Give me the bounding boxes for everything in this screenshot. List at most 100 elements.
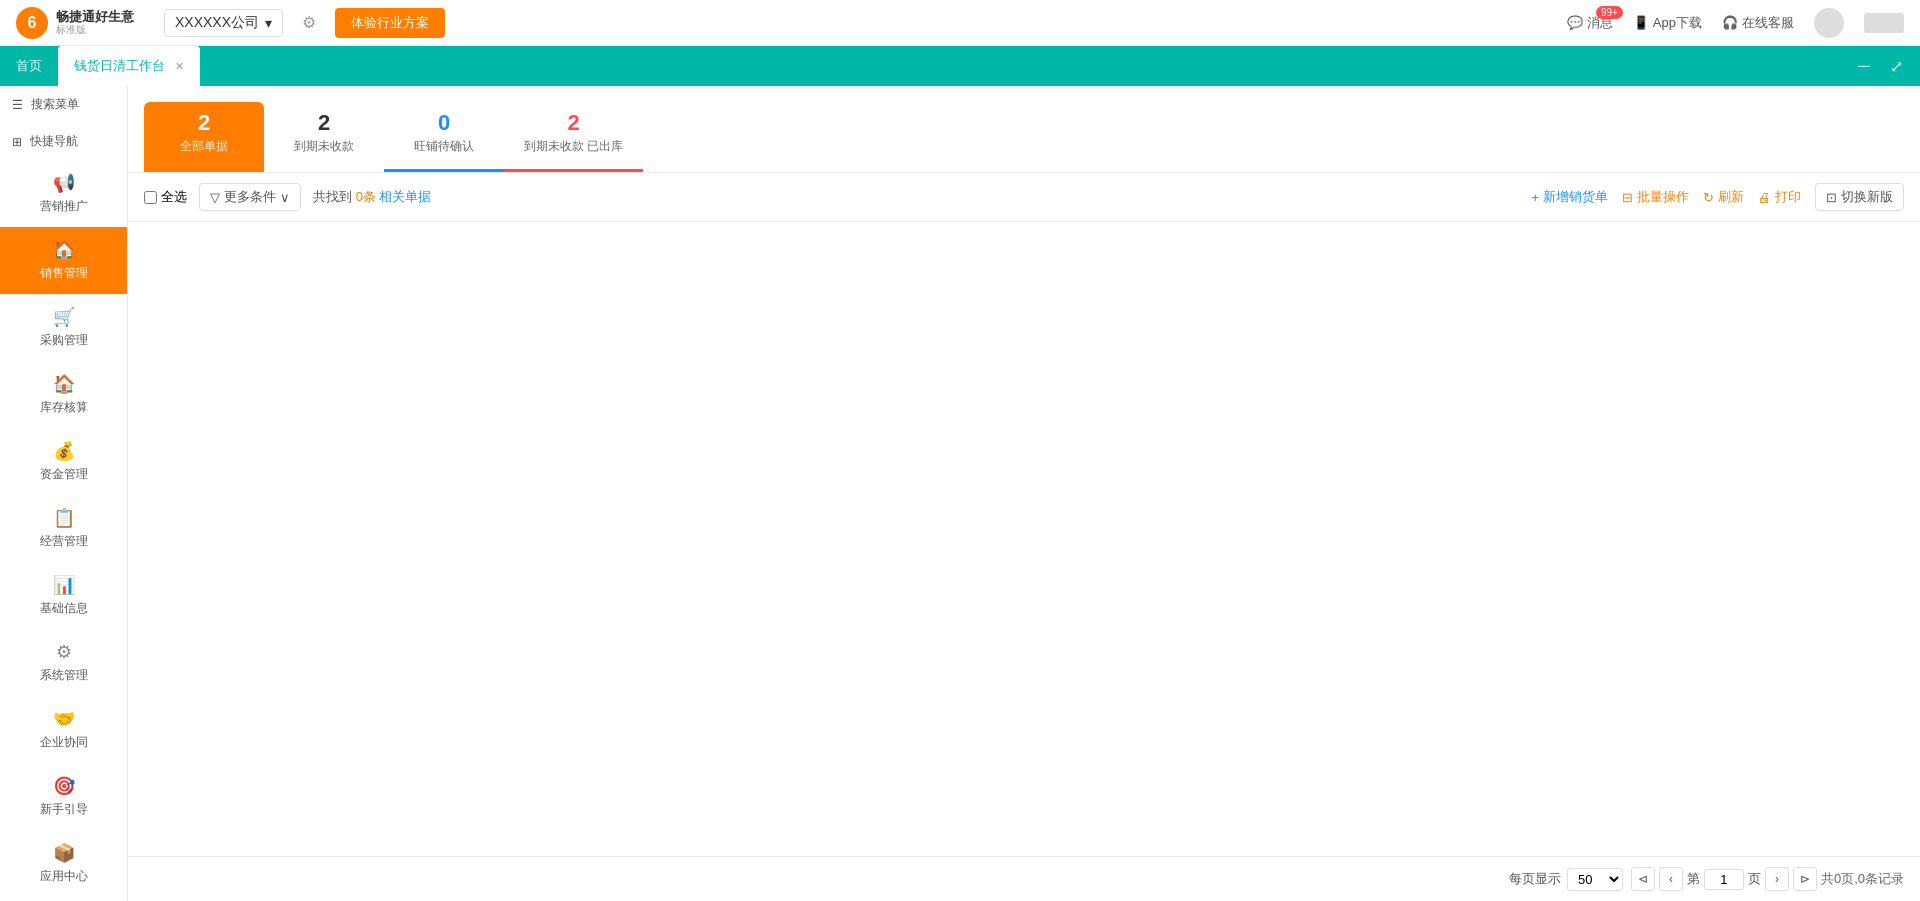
print-button[interactable]: 🖨 打印 xyxy=(1758,188,1801,206)
logo-area: 6 畅捷通好生意 标准版 xyxy=(16,7,144,39)
switch-icon: ⊡ xyxy=(1826,190,1837,205)
found-link[interactable]: 相关单据 xyxy=(379,189,431,204)
online-service-label: 在线客服 xyxy=(1742,14,1794,32)
last-page-button[interactable]: ⊳ xyxy=(1793,867,1817,891)
page-size-dropdown[interactable]: 50 100 200 xyxy=(1567,868,1623,891)
header-right: 💬 消息 99+ 📱 App下载 🎧 在线客服 xyxy=(1567,8,1904,38)
sidebar-item-app[interactable]: 📦 应用中心 xyxy=(0,830,127,897)
select-all-checkbox[interactable]: 全选 xyxy=(144,188,187,206)
batch-icon: ⊟ xyxy=(1622,190,1633,205)
sidebar-label-sales: 销售管理 xyxy=(40,265,88,282)
filter-label: 更多条件 xyxy=(224,188,276,206)
page-number-input[interactable] xyxy=(1704,869,1744,890)
trial-button[interactable]: 体验行业方案 xyxy=(335,8,445,38)
print-icon: 🖨 xyxy=(1758,190,1771,205)
toolbar-right: + 新增销货单 ⊟ 批量操作 ↻ 刷新 🖨 打印 ⊡ 切换新版 xyxy=(1531,183,1904,211)
sidebar-item-wechat[interactable]: 💬 企业微信 xyxy=(0,897,127,901)
sidebar-item-guide[interactable]: 🎯 新手引导 xyxy=(0,763,127,830)
stats-label-all: 全部单据 xyxy=(164,138,244,155)
search-icon: ☰ xyxy=(12,98,23,112)
switch-label: 切换新版 xyxy=(1841,188,1893,206)
sidebar-item-purchase[interactable]: 🛒 采购管理 xyxy=(0,294,127,361)
stats-tab-all[interactable]: 2 全部单据 xyxy=(144,102,264,172)
tab-home[interactable]: 首页 xyxy=(0,46,58,86)
page-suffix: 页 xyxy=(1748,870,1761,888)
refresh-button[interactable]: ↻ 刷新 xyxy=(1703,188,1744,206)
app-download-item[interactable]: 📱 App下载 xyxy=(1633,14,1702,32)
company-name: XXXXXX公司 xyxy=(175,14,259,32)
filter-icon: ▽ xyxy=(210,190,220,205)
app-icon: 📦 xyxy=(53,842,75,864)
sidebar-label-app: 应用中心 xyxy=(40,868,88,885)
user-extra xyxy=(1864,13,1904,33)
select-all-input[interactable] xyxy=(144,191,157,204)
tab-home-label: 首页 xyxy=(16,57,42,75)
found-count: 0条 xyxy=(356,189,376,204)
tab-maximize-button[interactable]: ⤢ xyxy=(1884,54,1908,78)
sidebar-label-purchase: 采购管理 xyxy=(40,332,88,349)
add-sales-order-button[interactable]: + 新增销货单 xyxy=(1531,188,1608,206)
stats-number-wangpu: 0 xyxy=(404,110,484,136)
basic-icon: 📊 xyxy=(53,574,75,596)
page-nav: ⊲ ‹ 第 页 › ⊳ 共0页,0条记录 xyxy=(1631,867,1904,891)
next-page-button[interactable]: › xyxy=(1765,867,1789,891)
add-icon: + xyxy=(1531,190,1539,205)
stats-tab-shipped[interactable]: 2 到期未收款 已出库 xyxy=(504,102,643,172)
sidebar-search[interactable]: ☰ 搜索菜单 xyxy=(0,86,127,123)
tab-close-icon[interactable]: ✕ xyxy=(175,60,184,73)
refresh-label: 刷新 xyxy=(1718,188,1744,206)
settings-icon[interactable]: ⚙ xyxy=(295,9,323,37)
stats-tab-overdue[interactable]: 2 到期未收款 xyxy=(264,102,384,172)
add-label: 新增销货单 xyxy=(1543,188,1608,206)
switch-version-button[interactable]: ⊡ 切换新版 xyxy=(1815,183,1904,211)
marketing-icon: 📢 xyxy=(53,172,75,194)
sidebar-item-basic[interactable]: 📊 基础信息 xyxy=(0,562,127,629)
purchase-icon: 🛒 xyxy=(53,306,75,328)
app-download-label: App下载 xyxy=(1653,14,1702,32)
avatar[interactable] xyxy=(1814,8,1844,38)
batch-operation-button[interactable]: ⊟ 批量操作 xyxy=(1622,188,1689,206)
prev-page-button[interactable]: ‹ xyxy=(1659,867,1683,891)
filter-button[interactable]: ▽ 更多条件 ∨ xyxy=(199,183,301,211)
tab-minimize-button[interactable]: ─ xyxy=(1852,54,1876,78)
sidebar-item-operation[interactable]: 📋 经营管理 xyxy=(0,495,127,562)
table-area xyxy=(128,222,1920,856)
sidebar-item-finance[interactable]: 💰 资金管理 xyxy=(0,428,127,495)
sidebar-label-inventory: 库存核算 xyxy=(40,399,88,416)
sidebar-item-sales[interactable]: 🏠 销售管理 xyxy=(0,227,127,294)
sidebar-label-basic: 基础信息 xyxy=(40,600,88,617)
sidebar-nav[interactable]: ⊞ 快捷导航 xyxy=(0,123,127,160)
found-text: 共找到 0条 相关单据 xyxy=(313,188,431,206)
tab-workbench[interactable]: 钱货日清工作台 ✕ xyxy=(58,46,200,86)
sidebar-item-inventory[interactable]: 🏠 库存核算 xyxy=(0,361,127,428)
stats-tab-wangpu[interactable]: 0 旺铺待确认 xyxy=(384,102,504,172)
finance-icon: 💰 xyxy=(53,440,75,462)
sidebar-label-system: 系统管理 xyxy=(40,667,88,684)
sidebar-label-finance: 资金管理 xyxy=(40,466,88,483)
sidebar-item-system[interactable]: ⚙ 系统管理 xyxy=(0,629,127,696)
refresh-icon: ↻ xyxy=(1703,190,1714,205)
tab-workbench-label: 钱货日清工作台 xyxy=(74,57,165,75)
page-size-label: 每页显示 xyxy=(1509,870,1561,888)
stats-tabs: 2 全部单据 2 到期未收款 0 旺铺待确认 2 到期未收款 已出库 xyxy=(128,86,1920,173)
sidebar-item-enterprise[interactable]: 🤝 企业协同 xyxy=(0,696,127,763)
sidebar-item-marketing[interactable]: 📢 营销推广 xyxy=(0,160,127,227)
messages-badge: 99+ xyxy=(1596,6,1623,19)
system-icon: ⚙ xyxy=(56,641,72,663)
stats-label-overdue: 到期未收款 xyxy=(284,138,364,155)
sales-icon: 🏠 xyxy=(53,239,75,261)
tab-bar: 首页 钱货日清工作台 ✕ ─ ⤢ xyxy=(0,46,1920,86)
select-all-label: 全选 xyxy=(161,188,187,206)
app-title: 畅捷通好生意 xyxy=(56,9,134,25)
message-icon: 💬 xyxy=(1567,15,1583,30)
company-selector[interactable]: XXXXXX公司 ▾ xyxy=(164,9,283,37)
stats-number-shipped: 2 xyxy=(524,110,623,136)
app-subtitle: 标准版 xyxy=(56,24,134,36)
toolbar: 全选 ▽ 更多条件 ∨ 共找到 0条 相关单据 + 新增销货单 ⊟ 批量操作 xyxy=(128,173,1920,222)
first-page-button[interactable]: ⊲ xyxy=(1631,867,1655,891)
page-total: 共0页,0条记录 xyxy=(1821,870,1904,888)
online-service-item[interactable]: 🎧 在线客服 xyxy=(1722,14,1794,32)
messages-item[interactable]: 💬 消息 99+ xyxy=(1567,14,1613,32)
guide-icon: 🎯 xyxy=(53,775,75,797)
service-icon: 🎧 xyxy=(1722,15,1738,30)
